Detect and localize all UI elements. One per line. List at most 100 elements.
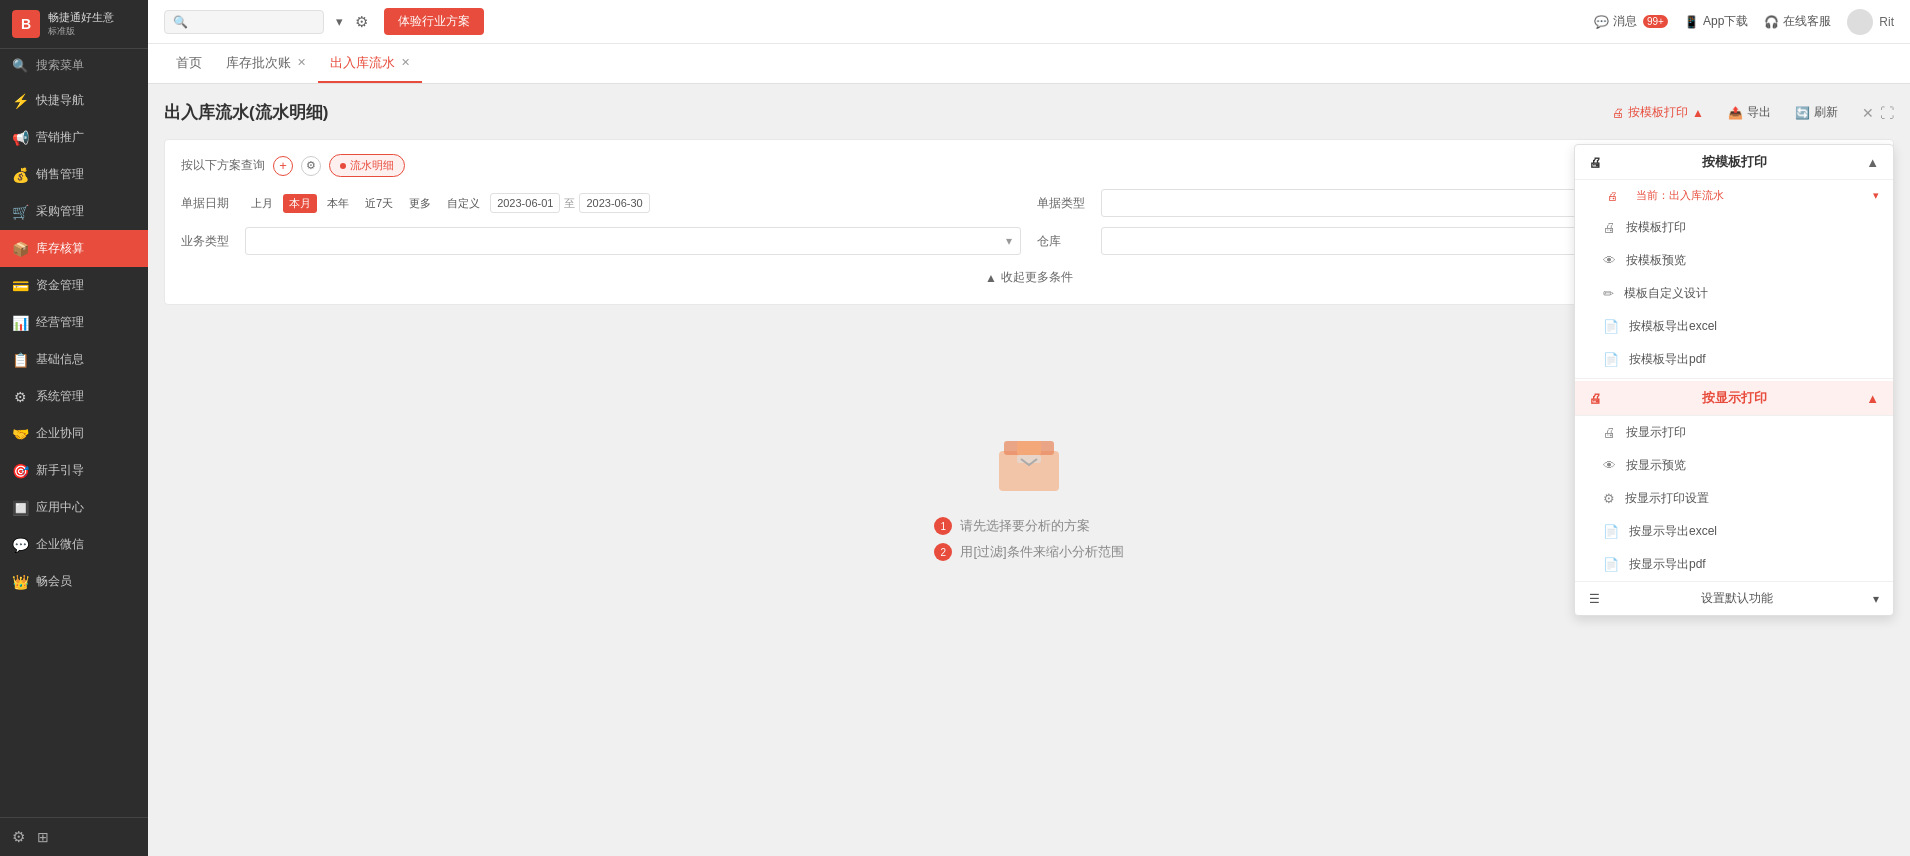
sidebar-item-label: 营销推广 (36, 129, 136, 146)
dropdown-template-chevron[interactable]: ▲ (1866, 155, 1879, 170)
sidebar-item-operations[interactable]: 📊 经营管理 (0, 304, 148, 341)
sidebar-item-label: 新手引导 (36, 462, 136, 479)
logo-title: 畅捷通好生意 (48, 10, 114, 24)
top-header: 🔍 ▾ ⚙ 体验行业方案 💬 消息 99+ 📱 App下载 🎧 在线客服 (148, 0, 1910, 44)
date-this-year[interactable]: 本年 (321, 194, 355, 213)
template-excel-label: 按模板导出excel (1629, 318, 1717, 335)
empty-icon (989, 421, 1069, 501)
display-settings-icon: ⚙ (1603, 491, 1615, 506)
sidebar-item-inventory[interactable]: 📦 库存核算 (0, 230, 148, 267)
sidebar-item-vip[interactable]: 👑 畅会员 (0, 563, 148, 600)
dropdown-default-settings[interactable]: ☰ 设置默认功能 ▾ (1575, 581, 1893, 615)
dropdown-template-design[interactable]: ✏ 模板自定义设计 (1575, 277, 1893, 310)
date-last-month[interactable]: 上月 (245, 194, 279, 213)
filter-tag: 流水明细 (329, 154, 405, 177)
dropdown-template-pdf[interactable]: 📄 按模板导出pdf (1575, 343, 1893, 376)
sidebar-collapse-button[interactable]: ⊞ (37, 829, 49, 845)
print-chevron-up-icon: ▲ (1692, 106, 1704, 120)
tab-inventory-batch-close[interactable]: ✕ (297, 56, 306, 69)
sidebar-item-marketing[interactable]: 📢 营销推广 (0, 119, 148, 156)
date-to-input[interactable]: 2023-06-30 (579, 193, 649, 213)
filter-add-button[interactable]: + (273, 156, 293, 176)
filter-business-select[interactable]: ▾ (245, 227, 1021, 255)
sidebar-item-system[interactable]: ⚙ 系统管理 (0, 378, 148, 415)
collapse-more-button[interactable]: ▲ 收起更多条件 (973, 265, 1085, 290)
basic-icon: 📋 (12, 352, 28, 368)
filter-business-field: 业务类型 ▾ (181, 227, 1021, 255)
date-custom[interactable]: 自定义 (441, 194, 486, 213)
user-info[interactable]: Rit (1847, 9, 1894, 35)
sidebar-item-collab[interactable]: 🤝 企业协同 (0, 415, 148, 452)
current-template-chevron[interactable]: ▾ (1873, 189, 1879, 202)
sidebar-item-app-center[interactable]: 🔲 应用中心 (0, 489, 148, 526)
print-template-label: 按模板打印 (1628, 104, 1688, 121)
tab-home-label: 首页 (176, 54, 202, 72)
page-title: 出入库流水(流水明细) (164, 101, 328, 124)
collab-icon: 🤝 (12, 426, 28, 442)
dropdown-display-settings[interactable]: ⚙ 按显示打印设置 (1575, 482, 1893, 515)
quick-nav-icon: ⚡ (12, 93, 28, 109)
display-print-icon-header: 🖨 (1589, 391, 1602, 406)
dropdown-display-label: 按显示打印 (1702, 389, 1767, 407)
sidebar-item-wechat[interactable]: 💬 企业微信 (0, 526, 148, 563)
export-icon: 📤 (1728, 106, 1743, 120)
display-preview-label: 按显示预览 (1626, 457, 1686, 474)
header-gear-icon[interactable]: ⚙ (355, 13, 368, 31)
tab-inventory-batch[interactable]: 库存批次账 ✕ (214, 44, 318, 83)
dropdown-display-pdf[interactable]: 📄 按显示导出pdf (1575, 548, 1893, 581)
sidebar-gear-button[interactable]: ⚙ (12, 828, 25, 846)
dropdown-display-print[interactable]: 🖨 按显示打印 (1575, 416, 1893, 449)
app-download-button[interactable]: 📱 App下载 (1684, 13, 1748, 30)
sidebar-item-basic[interactable]: 📋 基础信息 (0, 341, 148, 378)
template-pdf-label: 按模板导出pdf (1629, 351, 1706, 368)
app-logo: B 畅捷通好生意 标准版 (0, 0, 148, 49)
dropdown-template-print[interactable]: 🖨 按模板打印 (1575, 211, 1893, 244)
filter-date-control: 上月 本月 本年 近7天 更多 自定义 2023-06-01 至 2023-06… (245, 193, 1021, 213)
dropdown-template-excel[interactable]: 📄 按模板导出excel (1575, 310, 1893, 343)
header-search-box[interactable]: 🔍 (164, 10, 324, 34)
sidebar-item-label: 畅会员 (36, 573, 136, 590)
filter-date-label: 单据日期 (181, 195, 237, 212)
trial-button[interactable]: 体验行业方案 (384, 8, 484, 35)
date-this-month[interactable]: 本月 (283, 194, 317, 213)
sidebar-item-label: 库存核算 (36, 240, 136, 257)
dropdown-current-template[interactable]: 🖨 当前：出入库流水 ▾ (1575, 180, 1893, 211)
dropdown-display-chevron[interactable]: ▲ (1866, 391, 1879, 406)
tab-home[interactable]: 首页 (164, 44, 214, 83)
sidebar-item-finance[interactable]: 💳 资金管理 (0, 267, 148, 304)
step-1-text: 请先选择要分析的方案 (960, 517, 1090, 535)
page-content: 出入库流水(流水明细) 🖨 按模板打印 ▲ 📤 导出 🔄 刷新 (148, 84, 1910, 856)
refresh-button[interactable]: 🔄 刷新 (1787, 100, 1846, 125)
customer-service-button[interactable]: 🎧 在线客服 (1764, 13, 1831, 30)
inventory-icon: 📦 (12, 241, 28, 257)
sidebar-item-quick-nav[interactable]: ⚡ 快捷导航 (0, 82, 148, 119)
window-expand-button[interactable]: ⛶ (1880, 105, 1894, 121)
sidebar-search[interactable]: 🔍 搜索菜单 (0, 49, 148, 82)
date-last-7-days[interactable]: 近7天 (359, 194, 399, 213)
sidebar-item-guide[interactable]: 🎯 新手引导 (0, 452, 148, 489)
search-icon: 🔍 (12, 58, 28, 73)
sidebar-item-purchase[interactable]: 🛒 采购管理 (0, 193, 148, 230)
default-settings-icon: ☰ (1589, 592, 1600, 606)
filter-settings-button[interactable]: ⚙ (301, 156, 321, 176)
export-button[interactable]: 📤 导出 (1720, 100, 1779, 125)
dropdown-display-preview[interactable]: 👁 按显示预览 (1575, 449, 1893, 482)
window-close-button[interactable]: ✕ (1862, 105, 1874, 121)
business-select-chevron: ▾ (1006, 234, 1012, 248)
empty-step-2: 2 用[过滤]条件来缩小分析范围 (934, 543, 1123, 561)
print-template-button[interactable]: 🖨 按模板打印 ▲ (1604, 100, 1712, 125)
sidebar-item-sales[interactable]: 💰 销售管理 (0, 156, 148, 193)
page-header: 出入库流水(流水明细) 🖨 按模板打印 ▲ 📤 导出 🔄 刷新 (164, 100, 1894, 125)
marketing-icon: 📢 (12, 130, 28, 146)
logo-subtitle: 标准版 (48, 25, 114, 38)
dropdown-display-excel[interactable]: 📄 按显示导出excel (1575, 515, 1893, 548)
dropdown-template-preview[interactable]: 👁 按模板预览 (1575, 244, 1893, 277)
messages-button[interactable]: 💬 消息 99+ (1594, 13, 1668, 30)
filter-date-field: 单据日期 上月 本月 本年 近7天 更多 自定义 2023-06-01 (181, 193, 1021, 213)
dropdown-template-label: 按模板打印 (1702, 153, 1767, 171)
tab-flow-close[interactable]: ✕ (401, 56, 410, 69)
tab-flow[interactable]: 出入库流水 ✕ (318, 44, 422, 83)
header-dropdown-arrow[interactable]: ▾ (336, 14, 343, 29)
date-more[interactable]: 更多 (403, 194, 437, 213)
date-from-input[interactable]: 2023-06-01 (490, 193, 560, 213)
